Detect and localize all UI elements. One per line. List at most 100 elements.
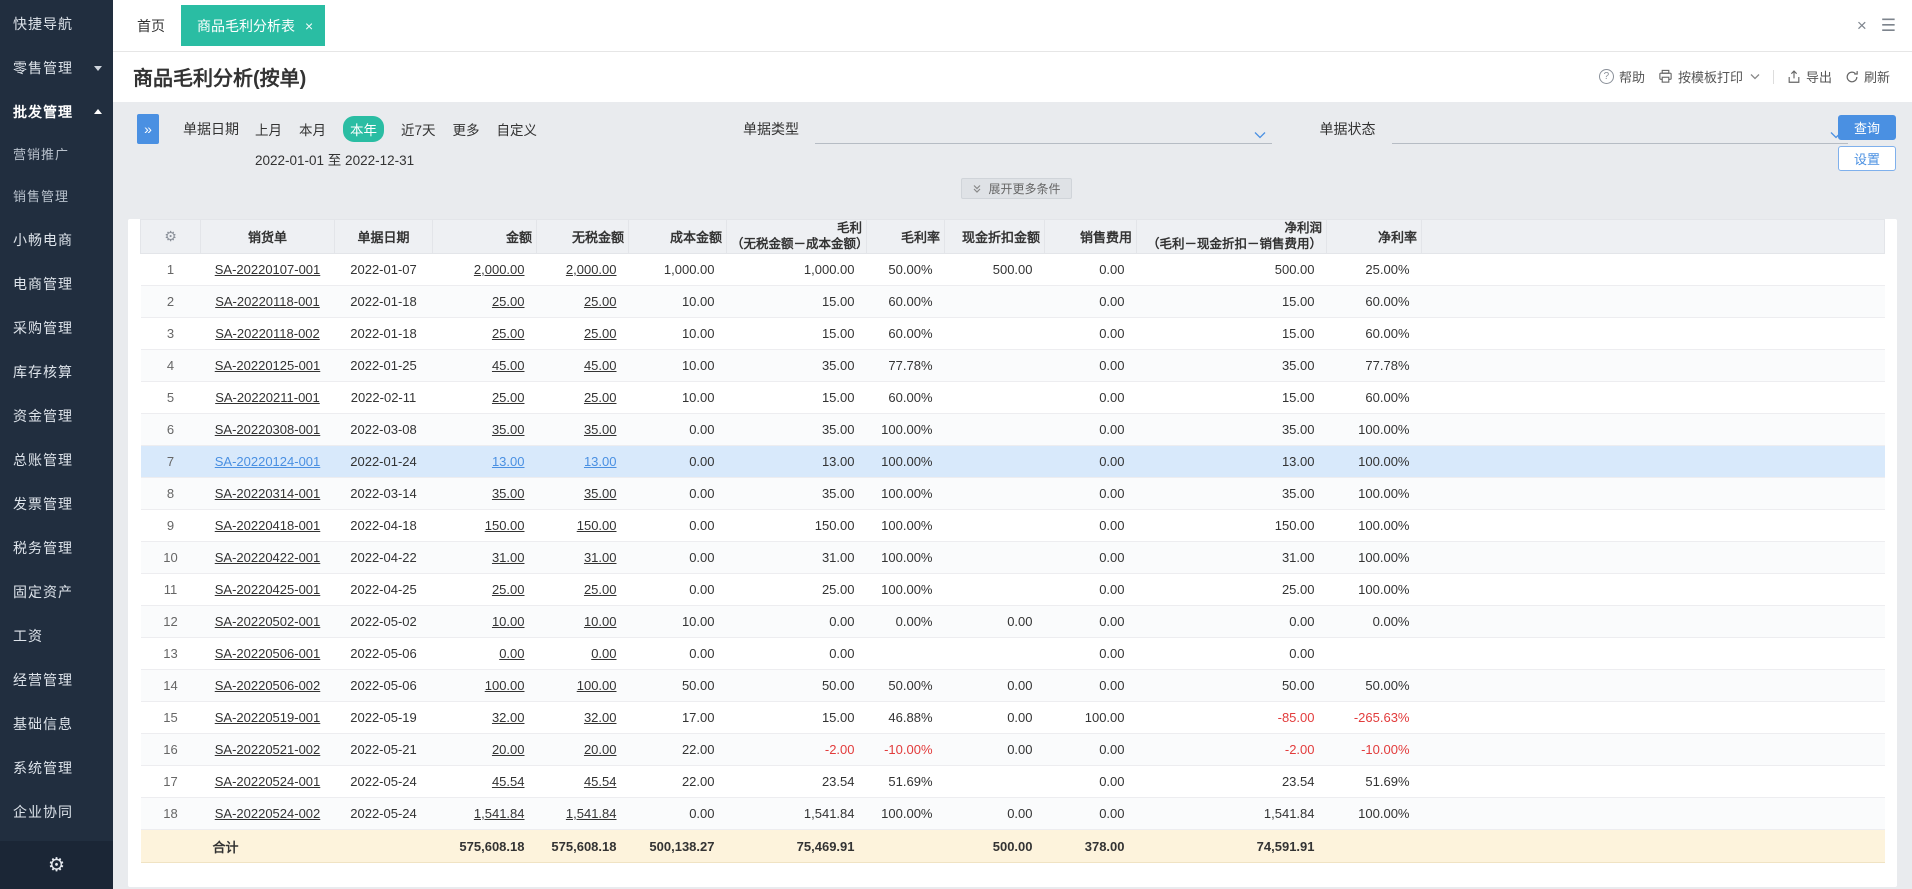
sidebar-item[interactable]: 工资: [0, 614, 113, 658]
sidebar-item[interactable]: 企业协同: [0, 790, 113, 834]
sidebar-item[interactable]: 小畅电商: [0, 218, 113, 262]
table-row[interactable]: 3 SA-20220118-002 2022-01-18 25.00 25.00 10.0…: [140, 317, 1885, 350]
amount-link[interactable]: 25.00: [492, 294, 525, 309]
tax-free-amount-link[interactable]: 45.00: [584, 358, 617, 373]
order-link[interactable]: SA-20220425-001: [215, 582, 321, 597]
sidebar-item[interactable]: 固定资产: [0, 570, 113, 614]
sidebar-item[interactable]: 零售管理: [0, 46, 113, 90]
table-row[interactable]: 9 SA-20220418-001 2022-04-18 150.00 150.00 0.…: [140, 509, 1885, 542]
amount-link[interactable]: 13.00: [492, 454, 525, 469]
tax-free-amount-link[interactable]: 150.00: [577, 518, 617, 533]
tax-free-amount-link[interactable]: 45.54: [584, 774, 617, 789]
query-button[interactable]: 查询: [1838, 115, 1896, 140]
table-row[interactable]: 10 SA-20220422-001 2022-04-22 31.00 31.00 0.0…: [140, 541, 1885, 574]
sidebar-item[interactable]: 经营管理: [0, 658, 113, 702]
amount-link[interactable]: 25.00: [492, 582, 525, 597]
sidebar-item[interactable]: 采购管理: [0, 306, 113, 350]
sidebar-item[interactable]: 批发管理: [0, 90, 113, 134]
tax-free-amount-link[interactable]: 20.00: [584, 742, 617, 757]
order-link[interactable]: SA-20220418-001: [215, 518, 321, 533]
table-row[interactable]: 17 SA-20220524-001 2022-05-24 45.54 45.54 22.…: [140, 765, 1885, 798]
order-link[interactable]: SA-20220524-001: [215, 774, 321, 789]
sidebar-item[interactable]: 税务管理: [0, 526, 113, 570]
order-link[interactable]: SA-20220308-001: [215, 422, 321, 437]
sidebar-item[interactable]: 资金管理: [0, 394, 113, 438]
gear-icon[interactable]: ⚙: [164, 228, 177, 244]
table-row[interactable]: 5 SA-20220211-001 2022-02-11 25.00 25.00 10.0…: [140, 381, 1885, 414]
order-link[interactable]: SA-20220124-001: [215, 454, 321, 469]
tax-free-amount-link[interactable]: 0.00: [591, 646, 616, 661]
tax-free-amount-link[interactable]: 100.00: [577, 678, 617, 693]
table-row[interactable]: 8 SA-20220314-001 2022-03-14 35.00 35.00 0.00…: [140, 477, 1885, 510]
print-template-button[interactable]: 按模板打印: [1658, 67, 1743, 86]
sidebar-item[interactable]: 营销推广: [0, 134, 113, 176]
collapse-filter-button[interactable]: »: [137, 114, 159, 144]
table-row[interactable]: 11 SA-20220425-001 2022-04-25 25.00 25.00 0.0…: [140, 573, 1885, 606]
order-link[interactable]: SA-20220521-002: [215, 742, 321, 757]
order-link[interactable]: SA-20220506-002: [215, 678, 321, 693]
date-range-value[interactable]: 2022-01-01 至 2022-12-31: [255, 149, 537, 169]
date-opt-this-month[interactable]: 本月: [299, 119, 326, 139]
tax-free-amount-link[interactable]: 25.00: [584, 326, 617, 341]
table-row[interactable]: 1 SA-20220107-001 2022-01-07 2,000.00 2,000.…: [140, 253, 1885, 286]
amount-link[interactable]: 100.00: [485, 678, 525, 693]
help-button[interactable]: ? 帮助: [1598, 67, 1645, 86]
table-row[interactable]: 13 SA-20220506-001 2022-05-06 0.00 0.00 0.00 0…: [140, 637, 1885, 670]
order-link[interactable]: SA-20220118-002: [215, 326, 320, 341]
tax-free-amount-link[interactable]: 13.00: [584, 454, 617, 469]
amount-link[interactable]: 0.00: [499, 646, 524, 661]
amount-link[interactable]: 32.00: [492, 710, 525, 725]
order-link[interactable]: SA-20220519-001: [215, 710, 321, 725]
tax-free-amount-link[interactable]: 2,000.00: [566, 262, 617, 277]
tax-free-amount-link[interactable]: 35.00: [584, 422, 617, 437]
amount-link[interactable]: 2,000.00: [474, 262, 525, 277]
table-row[interactable]: 6 SA-20220308-001 2022-03-08 35.00 35.00 0.00…: [140, 413, 1885, 446]
amount-link[interactable]: 10.00: [492, 614, 525, 629]
order-link[interactable]: SA-20220524-002: [215, 806, 321, 821]
column-settings-header[interactable]: ⚙: [140, 219, 201, 254]
print-options-caret[interactable]: [1750, 73, 1760, 80]
order-link[interactable]: SA-20220314-001: [215, 486, 321, 501]
sidebar-item[interactable]: 库存核算: [0, 350, 113, 394]
refresh-button[interactable]: 刷新: [1845, 67, 1890, 86]
order-link[interactable]: SA-20220211-001: [215, 390, 320, 405]
date-opt-more[interactable]: 更多: [453, 119, 480, 139]
sidebar-item[interactable]: 总账管理: [0, 438, 113, 482]
amount-link[interactable]: 35.00: [492, 422, 525, 437]
order-link[interactable]: SA-20220125-001: [215, 358, 321, 373]
amount-link[interactable]: 150.00: [485, 518, 525, 533]
amount-link[interactable]: 20.00: [492, 742, 525, 757]
tax-free-amount-link[interactable]: 25.00: [584, 582, 617, 597]
sidebar-item[interactable]: 系统管理: [0, 746, 113, 790]
tab-home[interactable]: 首页: [121, 16, 181, 36]
date-opt-last-7-days[interactable]: 近7天: [401, 119, 436, 139]
amount-link[interactable]: 1,541.84: [474, 806, 525, 821]
close-all-tabs-icon[interactable]: ×: [1857, 17, 1867, 34]
settings-gear-icon[interactable]: ⚙: [48, 854, 65, 877]
table-row[interactable]: 14 SA-20220506-002 2022-05-06 100.00 100.00 5…: [140, 669, 1885, 702]
amount-link[interactable]: 31.00: [492, 550, 525, 565]
tab-close-icon[interactable]: ×: [305, 18, 313, 34]
tab-product-profit-analysis[interactable]: 商品毛利分析表 ×: [181, 5, 326, 46]
sidebar-item[interactable]: 电商管理: [0, 262, 113, 306]
tax-free-amount-link[interactable]: 32.00: [584, 710, 617, 725]
table-row[interactable]: 18 SA-20220524-002 2022-05-24 1,541.84 1,541…: [140, 797, 1885, 830]
date-opt-this-year[interactable]: 本年: [343, 116, 384, 142]
tax-free-amount-link[interactable]: 31.00: [584, 550, 617, 565]
amount-link[interactable]: 45.54: [492, 774, 525, 789]
export-button[interactable]: 导出: [1787, 67, 1832, 86]
amount-link[interactable]: 35.00: [492, 486, 525, 501]
amount-link[interactable]: 25.00: [492, 326, 525, 341]
expand-more-button[interactable]: 展开更多条件: [961, 178, 1072, 199]
amount-link[interactable]: 45.00: [492, 358, 525, 373]
table-row[interactable]: 2 SA-20220118-001 2022-01-18 25.00 25.00 10.0…: [140, 285, 1885, 318]
order-link[interactable]: SA-20220107-001: [215, 262, 321, 277]
table-row[interactable]: 4 SA-20220125-001 2022-01-25 45.00 45.00 10.0…: [140, 349, 1885, 382]
table-row[interactable]: 16 SA-20220521-002 2022-05-21 20.00 20.00 22.…: [140, 733, 1885, 766]
tax-free-amount-link[interactable]: 1,541.84: [566, 806, 617, 821]
sidebar-item[interactable]: 销售管理: [0, 176, 113, 218]
table-row[interactable]: 12 SA-20220502-001 2022-05-02 10.00 10.00 10.…: [140, 605, 1885, 638]
amount-link[interactable]: 25.00: [492, 390, 525, 405]
sidebar-item[interactable]: 基础信息: [0, 702, 113, 746]
tax-free-amount-link[interactable]: 25.00: [584, 390, 617, 405]
